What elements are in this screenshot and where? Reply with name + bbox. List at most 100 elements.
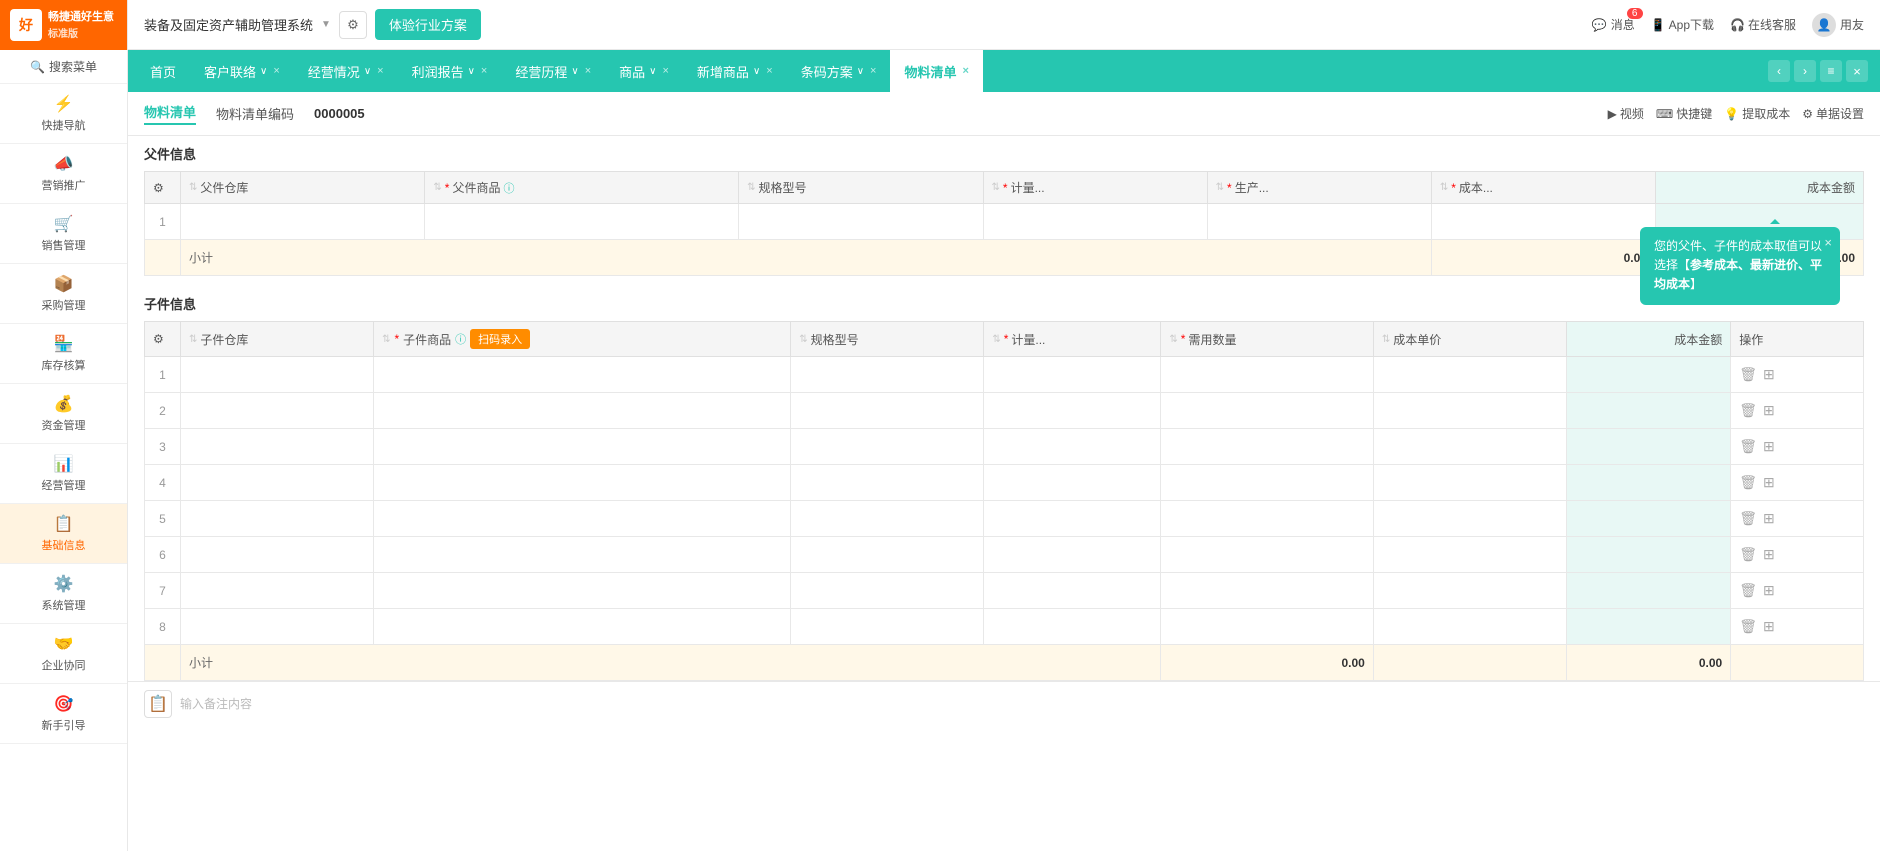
parent-cell-warehouse-1[interactable] xyxy=(181,204,425,240)
sidebar-item-basic-info[interactable]: 📋 基础信息 xyxy=(0,504,127,564)
child-cell-qty-6[interactable] xyxy=(1161,537,1373,573)
child-cell-unit-7[interactable] xyxy=(984,573,1161,609)
delete-icon-4[interactable]: 🗑 xyxy=(1739,474,1757,491)
child-cell-goods-3[interactable] xyxy=(374,429,791,465)
delete-icon-6[interactable]: 🗑 xyxy=(1739,546,1757,563)
child-cell-unit-5[interactable] xyxy=(984,501,1161,537)
scan-button[interactable]: 扫码录入 xyxy=(470,329,530,349)
child-cell-qty-2[interactable] xyxy=(1161,393,1373,429)
child-cell-unit-cost-4[interactable] xyxy=(1373,465,1566,501)
copy-icon-4[interactable]: ⊞ xyxy=(1763,474,1775,491)
delete-icon-2[interactable]: 🗑 xyxy=(1739,402,1757,419)
single-set-action[interactable]: ⚙ 单据设置 xyxy=(1802,105,1864,122)
tab-profit[interactable]: 利润报告∨× xyxy=(398,50,502,92)
delete-icon-8[interactable]: 🗑 xyxy=(1739,618,1757,635)
child-cell-goods-4[interactable] xyxy=(374,465,791,501)
child-cell-spec-2[interactable] xyxy=(791,393,984,429)
child-cell-qty-4[interactable] xyxy=(1161,465,1373,501)
profit-close-icon[interactable]: × xyxy=(481,65,487,77)
child-cell-qty-7[interactable] xyxy=(1161,573,1373,609)
child-cell-warehouse-4[interactable] xyxy=(181,465,374,501)
child-cell-unit-2[interactable] xyxy=(984,393,1161,429)
sidebar-item-sales[interactable]: 🛒 销售管理 xyxy=(0,204,127,264)
parent-col-settings[interactable]: ⚙ xyxy=(145,172,181,204)
trial-button[interactable]: 体验行业方案 xyxy=(375,9,481,40)
sidebar-item-guide[interactable]: 🎯 新手引导 xyxy=(0,684,127,744)
sidebar-item-quick-nav[interactable]: ⚡ 快捷导航 xyxy=(0,84,127,144)
delete-icon-7[interactable]: 🗑 xyxy=(1739,582,1757,599)
copy-icon-1[interactable]: ⊞ xyxy=(1763,366,1775,383)
sidebar-item-inventory[interactable]: 🏪 库存核算 xyxy=(0,324,127,384)
child-cell-warehouse-2[interactable] xyxy=(181,393,374,429)
child-cell-spec-7[interactable] xyxy=(791,573,984,609)
copy-icon-3[interactable]: ⊞ xyxy=(1763,438,1775,455)
nav-menu-button[interactable]: ≡ xyxy=(1820,60,1842,82)
nav-close-all-button[interactable]: × xyxy=(1846,60,1868,82)
tab-home[interactable]: 首页 xyxy=(136,50,190,92)
bom-close-icon[interactable]: × xyxy=(963,65,969,77)
child-cell-warehouse-6[interactable] xyxy=(181,537,374,573)
tab-barcode[interactable]: 条码方案∨× xyxy=(787,50,891,92)
extract-cost-action[interactable]: 💡 提取成本 xyxy=(1724,105,1790,122)
copy-icon-6[interactable]: ⊞ xyxy=(1763,546,1775,563)
child-cell-unit-6[interactable] xyxy=(984,537,1161,573)
child-cell-unit-1[interactable] xyxy=(984,357,1161,393)
child-cell-spec-4[interactable] xyxy=(791,465,984,501)
parent-cell-cost-1[interactable] xyxy=(1431,204,1655,240)
sidebar-item-marketing[interactable]: 📣 营销推广 xyxy=(0,144,127,204)
delete-icon-1[interactable]: 🗑 xyxy=(1739,366,1757,383)
tab-customers[interactable]: 客户联络∨× xyxy=(190,50,294,92)
message-button[interactable]: 💬 消息 6 xyxy=(1592,16,1635,33)
parent-cell-unit-1[interactable] xyxy=(983,204,1207,240)
child-cell-spec-5[interactable] xyxy=(791,501,984,537)
child-cell-spec-6[interactable] xyxy=(791,537,984,573)
tab-operations[interactable]: 经营情况∨× xyxy=(294,50,398,92)
tab-new-goods[interactable]: 新增商品∨× xyxy=(683,50,787,92)
delete-icon-5[interactable]: 🗑 xyxy=(1739,510,1757,527)
copy-icon-2[interactable]: ⊞ xyxy=(1763,402,1775,419)
child-cell-qty-8[interactable] xyxy=(1161,609,1373,645)
child-cell-warehouse-8[interactable] xyxy=(181,609,374,645)
copy-icon-5[interactable]: ⊞ xyxy=(1763,510,1775,527)
child-cell-spec-8[interactable] xyxy=(791,609,984,645)
app-download-button[interactable]: 📱 App下载 xyxy=(1651,16,1714,33)
child-cell-warehouse-7[interactable] xyxy=(181,573,374,609)
operations-close-icon[interactable]: × xyxy=(377,65,383,77)
delete-icon-3[interactable]: 🗑 xyxy=(1739,438,1757,455)
barcode-close-icon[interactable]: × xyxy=(870,65,876,77)
sidebar-item-purchase[interactable]: 📦 采购管理 xyxy=(0,264,127,324)
child-cell-spec-1[interactable] xyxy=(791,357,984,393)
gear-button[interactable]: ⚙ xyxy=(339,11,367,39)
nav-next-button[interactable]: › xyxy=(1794,60,1816,82)
sidebar-item-cooperation[interactable]: 🤝 企业协同 xyxy=(0,624,127,684)
nav-prev-button[interactable]: ‹ xyxy=(1768,60,1790,82)
service-button[interactable]: 🎧 在线客服 xyxy=(1730,16,1796,33)
child-cell-warehouse-3[interactable] xyxy=(181,429,374,465)
child-cell-goods-5[interactable] xyxy=(374,501,791,537)
child-cell-goods-2[interactable] xyxy=(374,393,791,429)
goods-close-icon[interactable]: × xyxy=(662,65,668,77)
child-cell-goods-7[interactable] xyxy=(374,573,791,609)
child-cell-qty-3[interactable] xyxy=(1161,429,1373,465)
copy-icon-7[interactable]: ⊞ xyxy=(1763,582,1775,599)
parent-cell-production-1[interactable] xyxy=(1207,204,1431,240)
child-col-settings[interactable]: ⚙ xyxy=(145,322,181,357)
sidebar-item-finance[interactable]: 💰 资金管理 xyxy=(0,384,127,444)
child-cell-unit-8[interactable] xyxy=(984,609,1161,645)
tab-bom-list[interactable]: 物料清单 xyxy=(144,102,196,125)
shortcut-action[interactable]: ⌨ 快捷键 xyxy=(1656,105,1712,122)
child-cell-unit-cost-8[interactable] xyxy=(1373,609,1566,645)
history-close-icon[interactable]: × xyxy=(585,65,591,77)
sidebar-item-search[interactable]: 🔍 搜索菜单 xyxy=(0,50,127,84)
customers-close-icon[interactable]: × xyxy=(273,65,279,77)
tab-goods[interactable]: 商品∨× xyxy=(605,50,683,92)
child-cell-spec-3[interactable] xyxy=(791,429,984,465)
child-cell-warehouse-1[interactable] xyxy=(181,357,374,393)
child-cell-unit-cost-2[interactable] xyxy=(1373,393,1566,429)
child-cell-warehouse-5[interactable] xyxy=(181,501,374,537)
child-cell-unit-cost-6[interactable] xyxy=(1373,537,1566,573)
child-cell-unit-cost-3[interactable] xyxy=(1373,429,1566,465)
parent-cell-spec-1[interactable] xyxy=(739,204,983,240)
tab-history[interactable]: 经营历程∨× xyxy=(501,50,605,92)
child-cell-unit-cost-7[interactable] xyxy=(1373,573,1566,609)
